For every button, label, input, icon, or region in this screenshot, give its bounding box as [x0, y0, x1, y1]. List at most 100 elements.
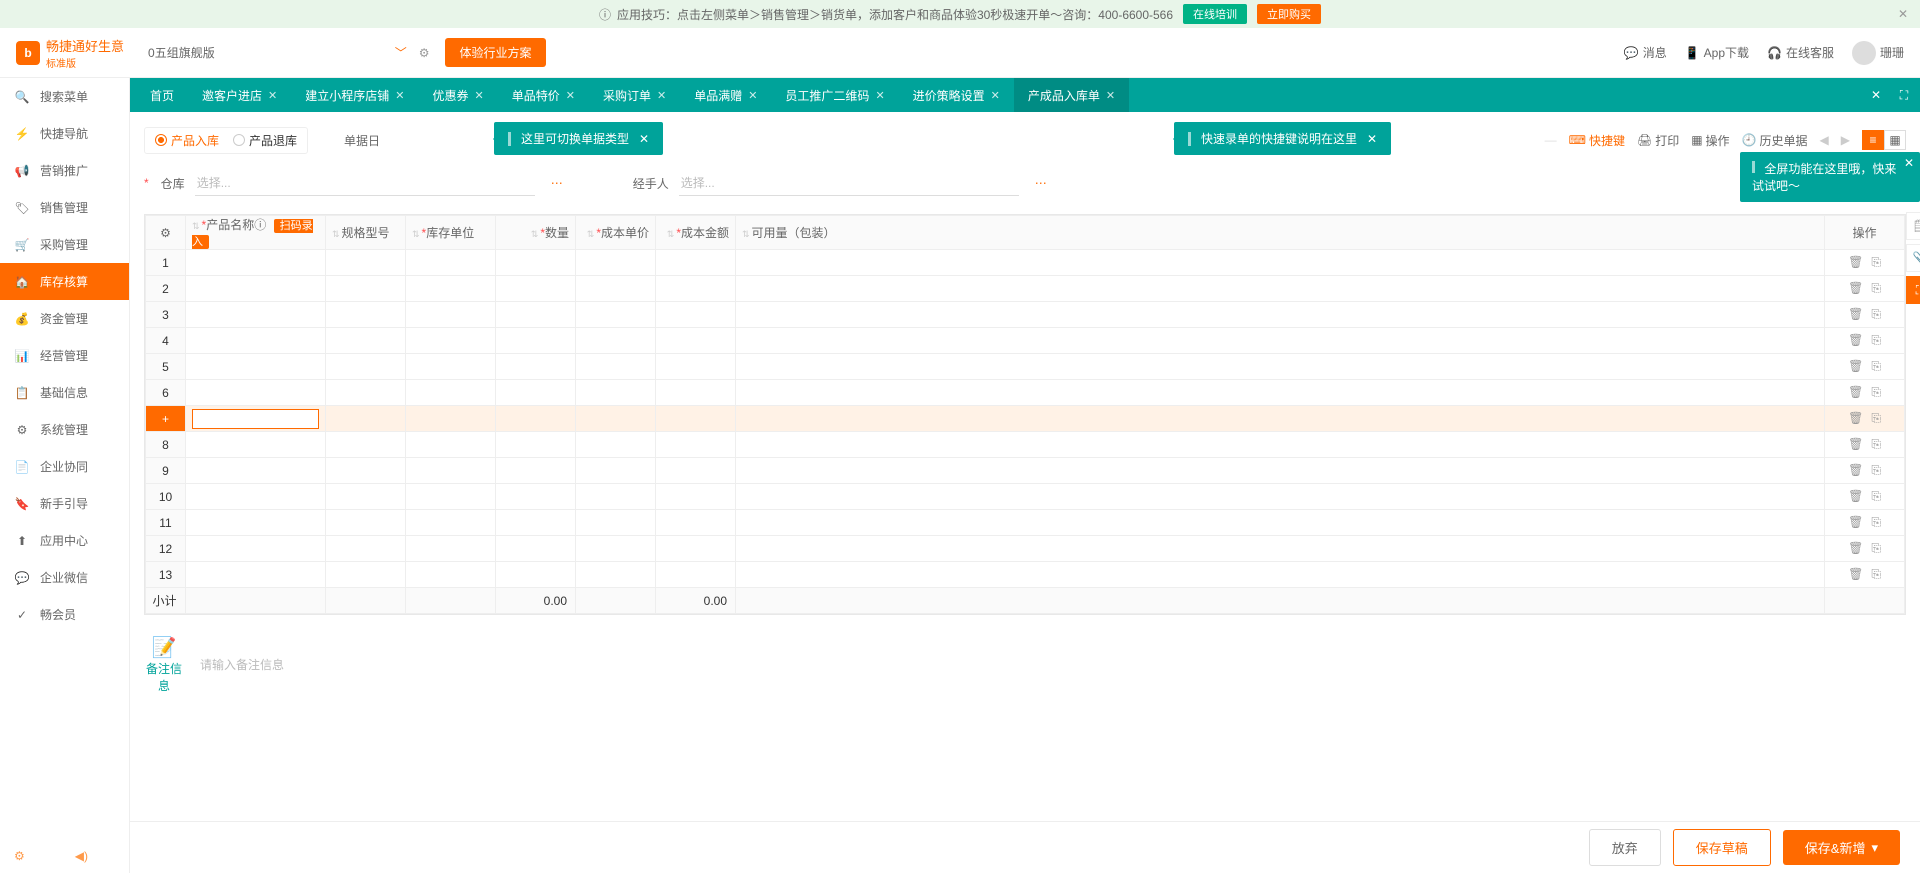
- copy-row-icon[interactable]: ⎘: [1871, 411, 1881, 426]
- cell-product[interactable]: [186, 250, 326, 276]
- cell-available[interactable]: [736, 380, 1825, 406]
- sidebar-item[interactable]: ⬆应用中心: [0, 522, 129, 559]
- copy-row-icon[interactable]: ⎘: [1871, 463, 1881, 478]
- cell-spec[interactable]: [326, 354, 406, 380]
- table-row[interactable]: 8 🗑⎘: [146, 432, 1905, 458]
- cell-spec[interactable]: [326, 276, 406, 302]
- tab-close-icon[interactable]: ✕: [657, 89, 666, 102]
- col-available[interactable]: ⇅可用量（包装）: [736, 216, 1825, 250]
- cell-unit-cost[interactable]: [576, 432, 656, 458]
- tab[interactable]: 采购订单✕: [589, 78, 680, 112]
- delete-row-icon[interactable]: 🗑: [1848, 515, 1863, 530]
- operate-button[interactable]: ▦操作: [1691, 132, 1729, 149]
- cell-available[interactable]: [736, 276, 1825, 302]
- fullscreen-icon[interactable]: ⛶: [1894, 85, 1914, 105]
- handler-select[interactable]: 选择...: [679, 170, 1019, 196]
- cell-unit-cost[interactable]: [576, 484, 656, 510]
- cell-available[interactable]: [736, 536, 1825, 562]
- side-tool-expand-icon[interactable]: ⛶: [1906, 276, 1920, 304]
- cell-cost-total[interactable]: [656, 510, 736, 536]
- cell-available[interactable]: [736, 354, 1825, 380]
- cell-unit-cost[interactable]: [576, 406, 656, 432]
- table-row[interactable]: 1 🗑⎘: [146, 250, 1905, 276]
- delete-row-icon[interactable]: 🗑: [1848, 437, 1863, 452]
- cell-available[interactable]: [736, 250, 1825, 276]
- cell-unit[interactable]: [406, 328, 496, 354]
- cell-product[interactable]: [186, 432, 326, 458]
- sidebar-item[interactable]: ✓畅会员: [0, 596, 129, 633]
- cell-unit-cost[interactable]: [576, 354, 656, 380]
- cell-qty[interactable]: [496, 380, 576, 406]
- cell-product[interactable]: [186, 406, 326, 432]
- cell-spec[interactable]: [326, 432, 406, 458]
- cell-cost-total[interactable]: [656, 276, 736, 302]
- cell-cost-total[interactable]: [656, 562, 736, 588]
- table-row[interactable]: 13 🗑⎘: [146, 562, 1905, 588]
- delete-row-icon[interactable]: 🗑: [1848, 567, 1863, 582]
- table-row[interactable]: + 🗑⎘: [146, 406, 1905, 432]
- cell-unit-cost[interactable]: [576, 536, 656, 562]
- settings-header-icon[interactable]: ⚙: [146, 216, 186, 250]
- save-and-add-button[interactable]: 保存&新增 ▾: [1783, 830, 1900, 865]
- table-row[interactable]: 5 🗑⎘: [146, 354, 1905, 380]
- tab[interactable]: 产成品入库单✕: [1014, 78, 1129, 112]
- tab[interactable]: 单品特价✕: [498, 78, 589, 112]
- delete-row-icon[interactable]: 🗑: [1848, 307, 1863, 322]
- cell-unit-cost[interactable]: [576, 328, 656, 354]
- copy-row-icon[interactable]: ⎘: [1871, 333, 1881, 348]
- cell-product[interactable]: [186, 510, 326, 536]
- cell-cost-total[interactable]: [656, 354, 736, 380]
- copy-row-icon[interactable]: ⎘: [1871, 567, 1881, 582]
- delete-row-icon[interactable]: 🗑: [1848, 489, 1863, 504]
- next-icon[interactable]: ▶: [1841, 133, 1850, 147]
- table-row[interactable]: 12 🗑⎘: [146, 536, 1905, 562]
- tab-close-icon[interactable]: ✕: [1106, 89, 1115, 102]
- cell-product[interactable]: [186, 536, 326, 562]
- messages-link[interactable]: 💬消息: [1624, 44, 1667, 61]
- copy-row-icon[interactable]: ⎘: [1871, 385, 1881, 400]
- delete-row-icon[interactable]: 🗑: [1848, 359, 1863, 374]
- sidebar-item[interactable]: 💬企业微信: [0, 559, 129, 596]
- cell-qty[interactable]: [496, 276, 576, 302]
- delete-row-icon[interactable]: 🗑: [1848, 255, 1863, 270]
- cell-unit-cost[interactable]: [576, 380, 656, 406]
- table-row[interactable]: 4 🗑⎘: [146, 328, 1905, 354]
- tab[interactable]: 员工推广二维码✕: [771, 78, 898, 112]
- cell-product[interactable]: [186, 484, 326, 510]
- cell-qty[interactable]: [496, 562, 576, 588]
- sidebar-item[interactable]: 🔖新手引导: [0, 485, 129, 522]
- cell-product[interactable]: [186, 276, 326, 302]
- cell-product[interactable]: [186, 328, 326, 354]
- radio-product-in[interactable]: 产品入库: [155, 132, 219, 149]
- cell-available[interactable]: [736, 328, 1825, 354]
- prev-icon[interactable]: ◀: [1820, 133, 1829, 147]
- cell-qty[interactable]: [496, 328, 576, 354]
- cell-unit-cost[interactable]: [576, 302, 656, 328]
- tab[interactable]: 优惠券✕: [418, 78, 497, 112]
- cell-spec[interactable]: [326, 562, 406, 588]
- buy-now-button[interactable]: 立即购买: [1257, 4, 1321, 24]
- sidebar-item[interactable]: 📋基础信息: [0, 374, 129, 411]
- cell-product[interactable]: [186, 458, 326, 484]
- cell-qty[interactable]: [496, 354, 576, 380]
- sidebar-item[interactable]: 📊经营管理: [0, 337, 129, 374]
- cell-unit[interactable]: [406, 354, 496, 380]
- copy-row-icon[interactable]: ⎘: [1871, 307, 1881, 322]
- cell-spec[interactable]: [326, 458, 406, 484]
- cell-qty[interactable]: [496, 302, 576, 328]
- online-service-link[interactable]: 🎧在线客服: [1767, 44, 1834, 61]
- delete-row-icon[interactable]: 🗑: [1848, 463, 1863, 478]
- cell-available[interactable]: [736, 432, 1825, 458]
- online-train-button[interactable]: 在线培训: [1183, 4, 1247, 24]
- sidebar-item[interactable]: 🏠库存核算: [0, 263, 129, 300]
- copy-row-icon[interactable]: ⎘: [1871, 281, 1881, 296]
- cell-unit[interactable]: [406, 484, 496, 510]
- col-product[interactable]: ⇅*产品名称ⓘ 扫码录入: [186, 216, 326, 250]
- cell-unit-cost[interactable]: [576, 510, 656, 536]
- view-list-icon[interactable]: ≡: [1862, 130, 1884, 150]
- cell-unit-cost[interactable]: [576, 458, 656, 484]
- tab[interactable]: 进价策略设置✕: [899, 78, 1014, 112]
- copy-row-icon[interactable]: ⎘: [1871, 541, 1881, 556]
- cell-product[interactable]: [186, 562, 326, 588]
- tab[interactable]: 首页: [136, 78, 188, 112]
